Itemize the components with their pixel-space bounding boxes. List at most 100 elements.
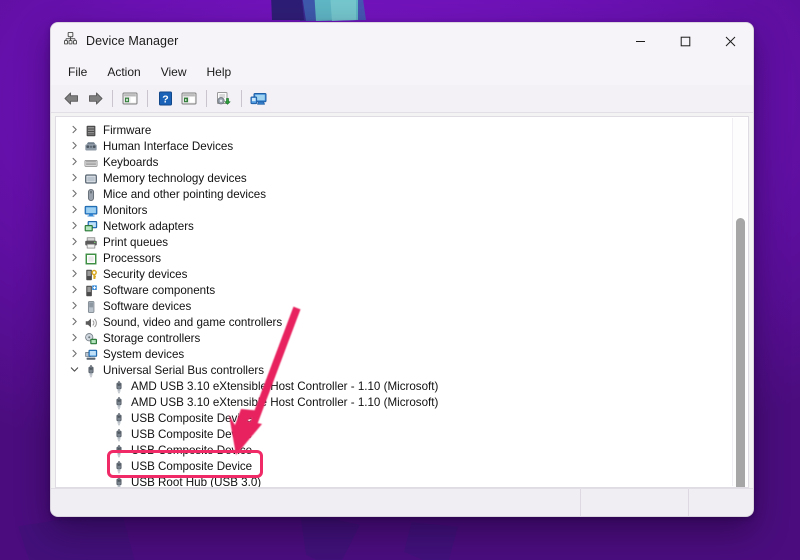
memory-icon bbox=[84, 172, 98, 186]
chevron-right-icon[interactable] bbox=[66, 315, 82, 331]
usb-icon bbox=[112, 396, 126, 410]
title-bar-left: Device Manager bbox=[51, 31, 178, 51]
title-bar[interactable]: Device Manager bbox=[51, 23, 753, 59]
toolbar-separator-3 bbox=[206, 90, 207, 107]
maximize-button[interactable] bbox=[663, 23, 708, 59]
software-component-icon bbox=[82, 284, 100, 298]
tree-row-label: Processors bbox=[100, 251, 161, 267]
properties-button[interactable] bbox=[118, 88, 142, 110]
wallpaper-shape-bottom-3 bbox=[18, 510, 138, 560]
device-tree-pane[interactable]: FirmwareHuman Interface DevicesKeyboards… bbox=[55, 116, 749, 488]
monitor-icon bbox=[82, 204, 100, 218]
tree-row[interactable]: Keyboards bbox=[56, 155, 732, 171]
tree-row[interactable]: System devices bbox=[56, 347, 732, 363]
properties-icon bbox=[121, 91, 139, 106]
usb-icon bbox=[110, 380, 128, 394]
tree-row-label: Firmware bbox=[100, 123, 151, 139]
tree-row-label: Universal Serial Bus controllers bbox=[100, 363, 264, 379]
question-mark-icon: ? bbox=[158, 91, 173, 106]
chevron-right-icon[interactable] bbox=[66, 171, 82, 187]
security-device-icon bbox=[84, 268, 98, 282]
firmware-icon bbox=[84, 124, 98, 138]
tree-row[interactable]: Firmware bbox=[56, 123, 732, 139]
chevron-right-icon[interactable] bbox=[66, 203, 82, 219]
chevron-right-icon[interactable] bbox=[66, 235, 82, 251]
update-driver-icon bbox=[215, 91, 233, 106]
menu-item-action[interactable]: Action bbox=[98, 62, 149, 82]
wallpaper-shape-bottom-1 bbox=[300, 512, 360, 560]
scan-hardware-button[interactable] bbox=[177, 88, 201, 110]
hid-icon bbox=[84, 140, 98, 154]
scrollbar-thumb[interactable] bbox=[736, 218, 745, 488]
back-button[interactable] bbox=[59, 88, 83, 110]
close-button[interactable] bbox=[708, 23, 753, 59]
chevron-right-icon[interactable] bbox=[66, 219, 82, 235]
tree-row[interactable]: USB Composite Device bbox=[56, 427, 732, 443]
chevron-right-icon[interactable] bbox=[66, 187, 82, 203]
usb-icon bbox=[84, 364, 98, 378]
tree-row[interactable]: Mice and other pointing devices bbox=[56, 187, 732, 203]
help-button[interactable]: ? bbox=[153, 88, 177, 110]
menu-item-help[interactable]: Help bbox=[198, 62, 241, 82]
wallpaper-shape-bottom-2 bbox=[404, 522, 458, 560]
tree-row[interactable]: AMD USB 3.10 eXtensible Host Controller … bbox=[56, 379, 732, 395]
device-tree[interactable]: FirmwareHuman Interface DevicesKeyboards… bbox=[56, 123, 732, 487]
tree-row[interactable]: Software components bbox=[56, 283, 732, 299]
tree-row-label: Software devices bbox=[100, 299, 191, 315]
chevron-right-icon[interactable] bbox=[66, 331, 82, 347]
usb-icon bbox=[112, 412, 126, 426]
tree-row-label: Sound, video and game controllers bbox=[100, 315, 282, 331]
chevron-right-icon[interactable] bbox=[66, 155, 82, 171]
tree-row[interactable]: Security devices bbox=[56, 267, 732, 283]
tree-row[interactable]: Network adapters bbox=[56, 219, 732, 235]
sound-icon bbox=[82, 316, 100, 330]
tree-row[interactable]: Memory technology devices bbox=[56, 171, 732, 187]
chevron-right-icon[interactable] bbox=[66, 299, 82, 315]
menu-item-view[interactable]: View bbox=[152, 62, 196, 82]
system-device-icon bbox=[82, 348, 100, 362]
tree-row[interactable]: Print queues bbox=[56, 235, 732, 251]
status-bar-main-segment bbox=[51, 489, 581, 516]
minimize-button[interactable] bbox=[618, 23, 663, 59]
toolbar: ? bbox=[51, 85, 753, 113]
tree-row[interactable]: Universal Serial Bus controllers bbox=[56, 363, 732, 379]
menu-item-file[interactable]: File bbox=[59, 62, 96, 82]
toolbar-separator-2 bbox=[147, 90, 148, 107]
mouse-icon bbox=[84, 188, 98, 202]
network-adapter-icon bbox=[82, 220, 100, 234]
chevron-right-icon[interactable] bbox=[66, 267, 82, 283]
processor-icon bbox=[82, 252, 100, 266]
chevron-right-icon[interactable] bbox=[66, 251, 82, 267]
tree-row-label: USB Composite Device bbox=[128, 411, 252, 427]
highlight-box-usb-root-hub bbox=[107, 450, 263, 478]
svg-text:?: ? bbox=[162, 93, 168, 105]
menu-bar: File Action View Help bbox=[51, 59, 753, 85]
update-driver-button[interactable] bbox=[212, 88, 236, 110]
tree-row[interactable]: Software devices bbox=[56, 299, 732, 315]
chevron-right-icon[interactable] bbox=[66, 123, 82, 139]
chevron-right-icon[interactable] bbox=[66, 283, 82, 299]
tree-row-label: System devices bbox=[100, 347, 184, 363]
window-title: Device Manager bbox=[86, 34, 178, 48]
forward-button[interactable] bbox=[83, 88, 107, 110]
software-component-icon bbox=[84, 284, 98, 298]
system-device-icon bbox=[84, 348, 98, 362]
tree-row[interactable]: Human Interface Devices bbox=[56, 139, 732, 155]
chevron-right-icon[interactable] bbox=[66, 139, 82, 155]
usb-icon bbox=[82, 364, 100, 378]
usb-icon bbox=[110, 428, 128, 442]
tree-row[interactable]: Processors bbox=[56, 251, 732, 267]
chevron-down-icon[interactable] bbox=[66, 363, 82, 379]
tree-row[interactable]: AMD USB 3.10 eXtensible Host Controller … bbox=[56, 395, 732, 411]
vertical-scrollbar[interactable] bbox=[732, 118, 747, 486]
tree-row[interactable]: Sound, video and game controllers bbox=[56, 315, 732, 331]
usb-icon bbox=[112, 428, 126, 442]
usb-icon bbox=[110, 412, 128, 426]
scan-for-changes-button[interactable] bbox=[247, 88, 271, 110]
tree-row[interactable]: Monitors bbox=[56, 203, 732, 219]
memory-icon bbox=[82, 172, 100, 186]
processor-icon bbox=[84, 252, 98, 266]
tree-row[interactable]: Storage controllers bbox=[56, 331, 732, 347]
chevron-right-icon[interactable] bbox=[66, 347, 82, 363]
tree-row[interactable]: USB Composite Device bbox=[56, 411, 732, 427]
